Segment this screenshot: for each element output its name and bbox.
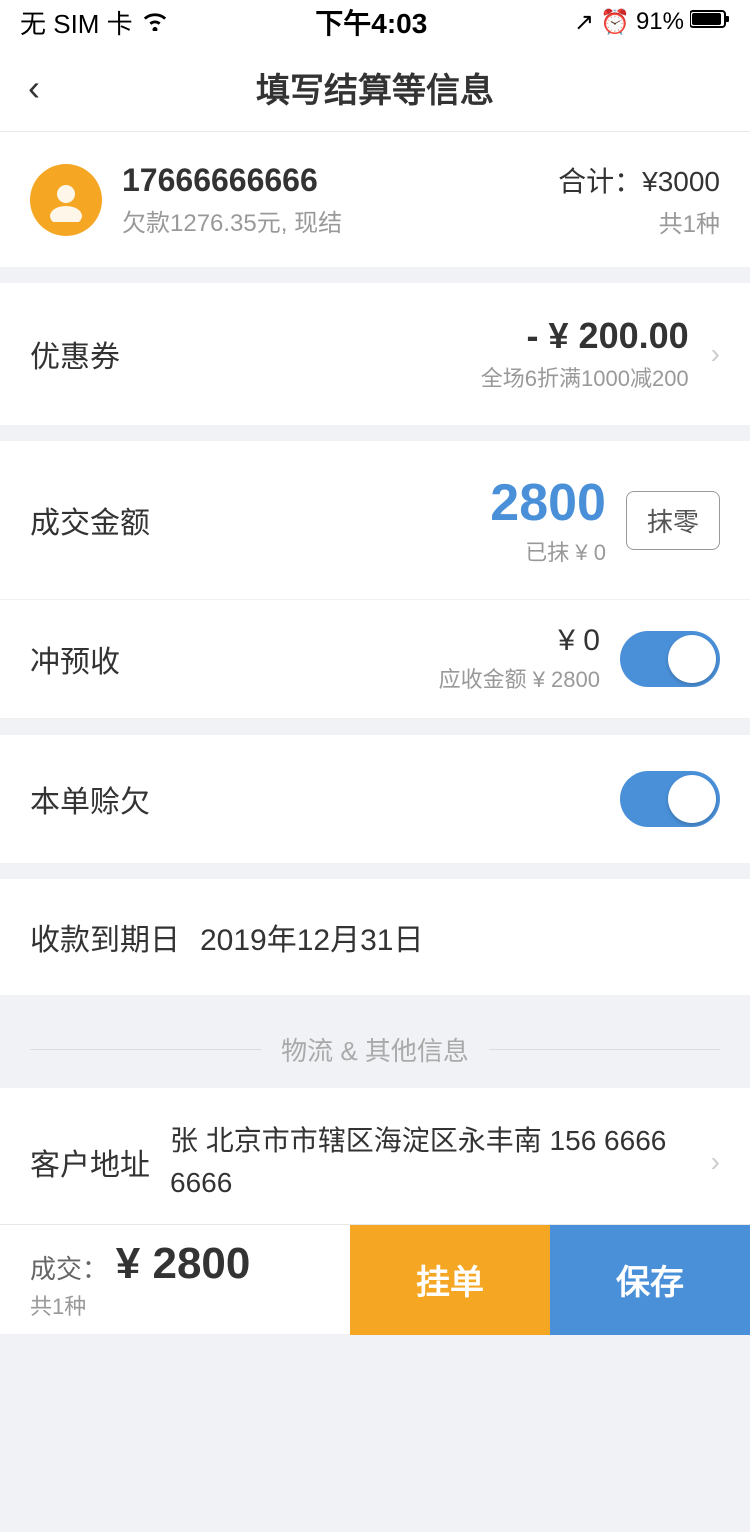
- status-time: 下午4:03: [315, 2, 427, 42]
- duedate-section: 收款到期日 2019年12月31日: [0, 879, 750, 995]
- coupon-right: - ¥ 200.00 全场6折满1000减200 ›: [481, 315, 720, 393]
- debt-label: 本单赊欠: [30, 777, 150, 821]
- coupon-section: 优惠券 - ¥ 200.00 全场6折满1000减200 ›: [0, 283, 750, 425]
- wifi-icon: [141, 7, 169, 38]
- prepayment-right: ¥ 0 应收金额 ¥ 2800: [439, 624, 600, 694]
- amount-value-wrap: 2800 已抹 ¥ 0: [490, 473, 606, 567]
- avatar: [30, 164, 102, 236]
- duedate-value: 2019年12月31日: [200, 915, 423, 959]
- chevron-right-icon: ›: [711, 338, 720, 370]
- customer-phone: 17666666666: [122, 162, 342, 199]
- coupon-amount: - ¥ 200.00: [527, 315, 689, 357]
- logistics-label: 物流 & 其他信息: [281, 1031, 469, 1068]
- divider-line-left: [30, 1049, 261, 1050]
- amount-row: 成交金额 2800 已抹 ¥ 0 抹零: [0, 441, 750, 600]
- address-section: 客户地址 张 北京市市辖区海淀区永丰南 156 6666 6666 ›: [0, 1088, 750, 1236]
- prepayment-amount: ¥ 0: [439, 624, 600, 658]
- status-left: 无 SIM 卡: [20, 4, 169, 41]
- transaction-sub: 已抹 ¥ 0: [490, 535, 606, 567]
- bottom-count: 共1种: [30, 1289, 320, 1321]
- address-chevron-icon: ›: [711, 1146, 720, 1178]
- customer-info: 17666666666 欠款1276.35元, 现结: [122, 162, 342, 238]
- prepayment-top: 冲预收 ¥ 0 应收金额 ¥ 2800: [30, 624, 720, 694]
- bottom-bar: 成交： ¥ 2800 共1种 挂单 保存: [0, 1224, 750, 1334]
- coupon-row[interactable]: 优惠券 - ¥ 200.00 全场6折满1000减200 ›: [0, 283, 750, 425]
- save-button[interactable]: 保存: [550, 1225, 750, 1335]
- customer-count: 共1种: [558, 204, 720, 239]
- debt-row: 本单赊欠: [0, 735, 750, 863]
- bottom-prefix: 成交：: [30, 1254, 108, 1284]
- transaction-section: 成交金额 2800 已抹 ¥ 0 抹零 冲预收 ¥ 0 应收金额 ¥ 2800: [0, 441, 750, 719]
- transaction-amount: 2800: [490, 473, 606, 533]
- round-button[interactable]: 抹零: [626, 491, 720, 550]
- customer-total: 合计：¥3000: [558, 160, 720, 200]
- status-right: ↗ ⏰ 91%: [574, 8, 730, 37]
- debt-toggle[interactable]: [620, 771, 720, 827]
- toggle-knob: [668, 635, 716, 683]
- prepayment-toggle[interactable]: [620, 631, 720, 687]
- coupon-label: 优惠券: [30, 332, 120, 376]
- bottom-label-wrap: 成交： ¥ 2800: [30, 1239, 320, 1289]
- amount-right: 2800 已抹 ¥ 0 抹零: [490, 473, 720, 567]
- amount-label: 成交金额: [30, 498, 150, 542]
- prepayment-sub: 应收金额 ¥ 2800: [439, 662, 600, 694]
- address-label: 客户地址: [30, 1140, 150, 1184]
- divider-line-right: [489, 1049, 720, 1050]
- address-value: 张 北京市市辖区海淀区永丰南 156 6666 6666: [170, 1120, 701, 1204]
- duedate-label: 收款到期日: [30, 915, 180, 959]
- bottom-summary: 成交： ¥ 2800 共1种: [0, 1239, 350, 1321]
- alarm-icon: ⏰: [600, 8, 630, 37]
- address-row[interactable]: 客户地址 张 北京市市辖区海淀区永丰南 156 6666 6666 ›: [0, 1088, 750, 1236]
- customer-debt: 欠款1276.35元, 现结: [122, 203, 342, 238]
- nav-bar: ‹ 填写结算等信息: [0, 44, 750, 132]
- bottom-amount: ¥ 2800: [116, 1239, 251, 1288]
- battery-icon: [690, 8, 730, 36]
- duedate-row: 收款到期日 2019年12月31日: [0, 879, 750, 995]
- hang-button[interactable]: 挂单: [350, 1225, 550, 1335]
- location-icon: ↗: [574, 8, 594, 37]
- customer-right: 合计：¥3000 共1种: [558, 160, 720, 239]
- prepayment-row: 冲预收 ¥ 0 应收金额 ¥ 2800: [0, 600, 750, 719]
- status-bar: 无 SIM 卡 下午4:03 ↗ ⏰ 91%: [0, 0, 750, 44]
- sim-status: 无 SIM 卡: [20, 4, 133, 41]
- customer-card: 17666666666 欠款1276.35元, 现结 合计：¥3000 共1种: [0, 132, 750, 267]
- debt-section: 本单赊欠: [0, 735, 750, 863]
- debt-toggle-knob: [668, 775, 716, 823]
- customer-left: 17666666666 欠款1276.35元, 现结: [30, 162, 342, 238]
- coupon-value-wrap: - ¥ 200.00 全场6折满1000减200: [481, 315, 689, 393]
- back-button[interactable]: ‹: [28, 67, 40, 109]
- logistics-divider: 物流 & 其他信息: [0, 1011, 750, 1088]
- prepayment-label: 冲预收: [30, 637, 120, 681]
- battery-percent: 91%: [636, 8, 684, 36]
- page-title: 填写结算等信息: [256, 63, 494, 112]
- coupon-desc: 全场6折满1000减200: [481, 361, 689, 393]
